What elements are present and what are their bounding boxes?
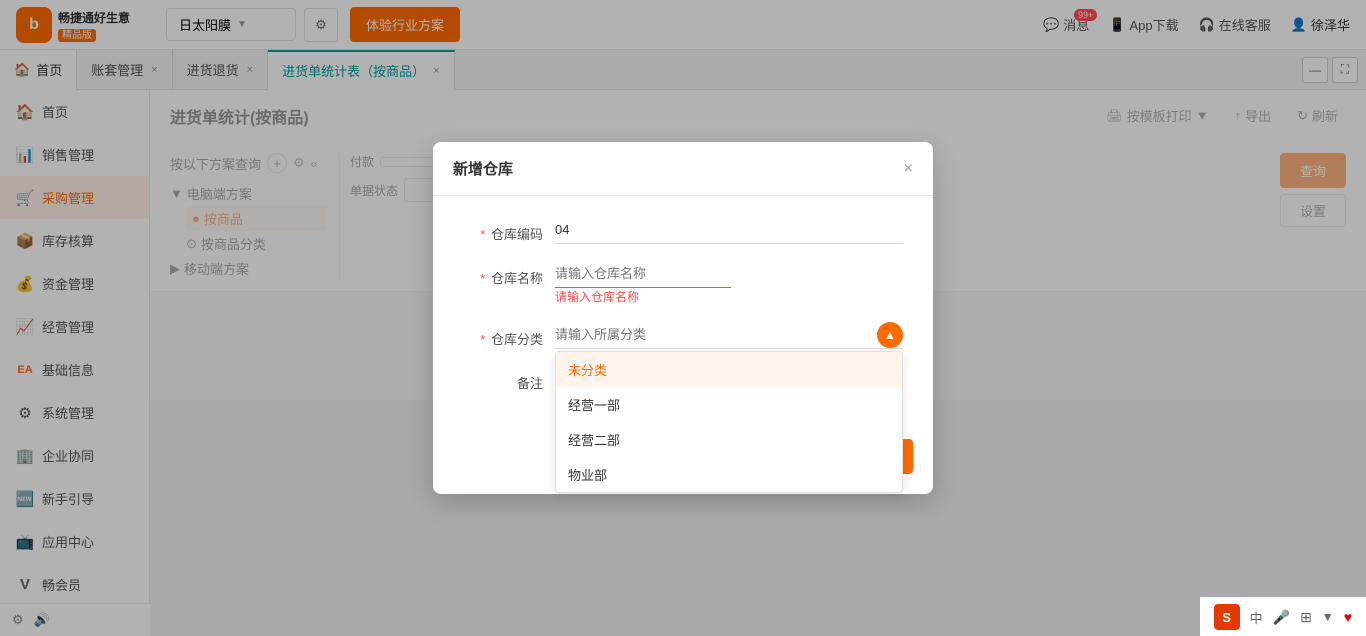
- grid-icon[interactable]: ⊞: [1300, 609, 1312, 626]
- modal-close-button[interactable]: ×: [904, 161, 913, 177]
- category-field-row: * 仓库分类 ▲ 未分类 经营一部 经营二部 物业部: [463, 321, 903, 349]
- category-dropdown-toggle[interactable]: ▲: [877, 322, 903, 348]
- modal-body: * 仓库编码 * 仓库名称 请输入仓库名称: [433, 196, 933, 429]
- note-label: 备注: [463, 365, 543, 392]
- code-label-text: 仓库编码: [491, 227, 543, 242]
- bottom-toolbar-right: S 中 🎤 ⊞ ▼ ♥: [1200, 597, 1366, 636]
- code-required: *: [480, 227, 485, 242]
- category-option-dept1[interactable]: 经营一部: [556, 387, 902, 422]
- modal-header: 新增仓库 ×: [433, 142, 933, 196]
- name-input[interactable]: [555, 260, 731, 288]
- name-field-row: * 仓库名称 请输入仓库名称: [463, 260, 903, 305]
- category-label: * 仓库分类: [463, 321, 543, 348]
- modal-overlay: 新增仓库 × * 仓库编码 * 仓库名称: [0, 0, 1366, 636]
- category-option-property[interactable]: 物业部: [556, 457, 902, 492]
- category-option-dept2[interactable]: 经营二部: [556, 422, 902, 457]
- code-input[interactable]: [555, 216, 903, 244]
- name-error-message: 请输入仓库名称: [555, 288, 639, 305]
- arrow-up-icon: ▲: [884, 328, 896, 342]
- mic-icon[interactable]: 🎤: [1273, 609, 1290, 626]
- category-required: *: [480, 332, 485, 347]
- category-dropdown: ▲ 未分类 经营一部 经营二部 物业部: [555, 321, 903, 349]
- caret-icon[interactable]: ▼: [1322, 610, 1334, 624]
- name-label-text: 仓库名称: [491, 271, 543, 286]
- name-label: * 仓库名称: [463, 260, 543, 287]
- heart-icon[interactable]: ♥: [1344, 609, 1352, 625]
- zh-icon[interactable]: 中: [1250, 608, 1263, 627]
- category-option-none[interactable]: 未分类: [556, 352, 902, 387]
- modal-title: 新增仓库: [453, 158, 513, 179]
- code-field-row: * 仓库编码: [463, 216, 903, 244]
- s-logo: S: [1214, 604, 1240, 630]
- name-required: *: [480, 271, 485, 286]
- new-warehouse-modal: 新增仓库 × * 仓库编码 * 仓库名称: [433, 142, 933, 494]
- name-input-row: * 仓库名称: [463, 260, 731, 288]
- category-label-text: 仓库分类: [491, 332, 543, 347]
- category-dropdown-list: 未分类 经营一部 经营二部 物业部: [555, 351, 903, 493]
- code-label: * 仓库编码: [463, 216, 543, 243]
- category-input[interactable]: [555, 321, 903, 349]
- note-label-text: 备注: [517, 376, 543, 391]
